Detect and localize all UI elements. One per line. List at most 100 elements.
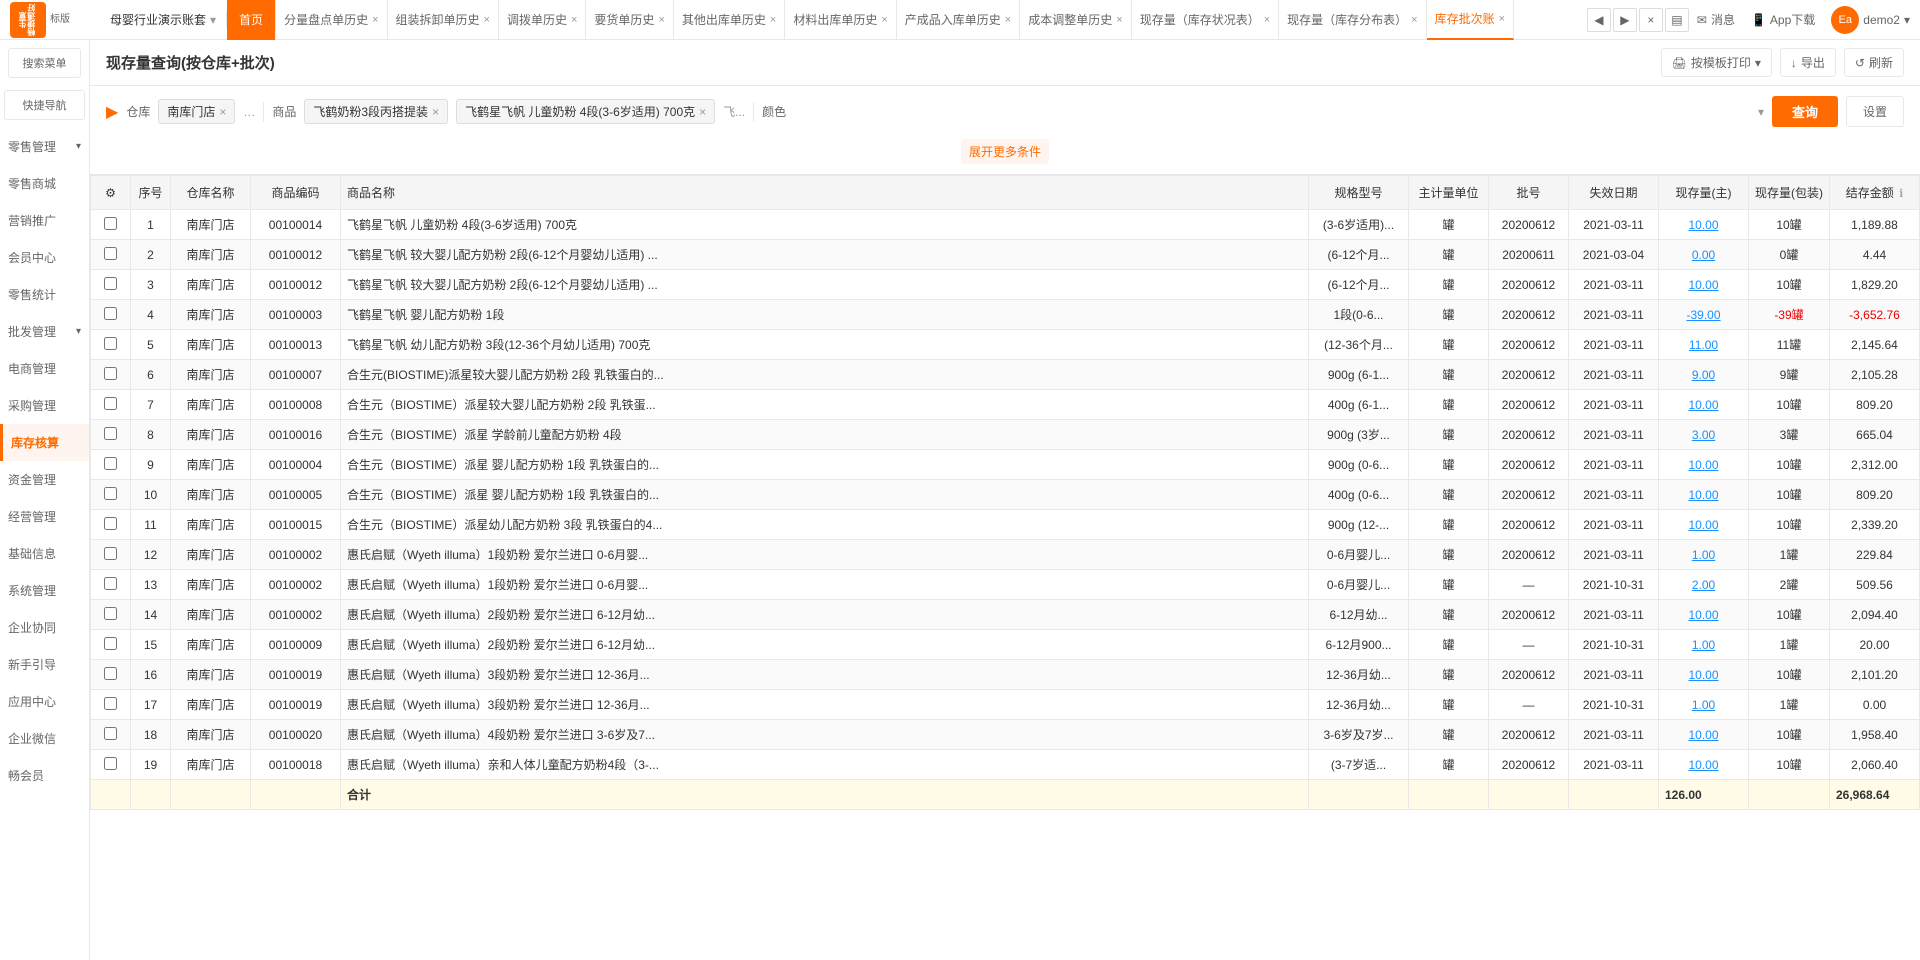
td-qty-main[interactable]: 10.00 — [1659, 600, 1749, 630]
td-qty-main[interactable]: 10.00 — [1659, 750, 1749, 780]
td-checkbox[interactable] — [91, 330, 131, 360]
expand-arrow-icon[interactable]: ▶ — [106, 102, 118, 122]
sidebar-item-member2[interactable]: 畅会员 — [0, 757, 89, 794]
close-icon[interactable]: × — [1499, 13, 1505, 25]
product-more[interactable]: 飞... — [723, 103, 745, 120]
print-btn[interactable]: 🖨 按模板打印 ▾ — [1661, 48, 1772, 77]
td-qty-main[interactable]: 1.00 — [1659, 540, 1749, 570]
sidebar-item-member[interactable]: 会员中心 — [0, 239, 89, 276]
sidebar-item-ecommerce[interactable]: 电商管理 — [0, 350, 89, 387]
sidebar-item-guide[interactable]: 新手引导 — [0, 646, 89, 683]
td-qty-main[interactable]: 1.00 — [1659, 630, 1749, 660]
row-checkbox[interactable] — [104, 637, 117, 650]
row-checkbox[interactable] — [104, 577, 117, 590]
row-checkbox[interactable] — [104, 337, 117, 350]
color-dropdown-icon[interactable]: ▾ — [1758, 105, 1764, 119]
td-checkbox[interactable] — [91, 660, 131, 690]
tab-other-out-history[interactable]: 其他出库单历史 × — [674, 0, 785, 40]
td-checkbox[interactable] — [91, 390, 131, 420]
app-download-btn[interactable]: 📱 App下载 — [1751, 11, 1815, 28]
sidebar-item-appcenter[interactable]: 应用中心 — [0, 683, 89, 720]
td-checkbox[interactable] — [91, 480, 131, 510]
close-icon[interactable]: × — [1264, 14, 1270, 26]
tab-query-history[interactable]: 调拨单历史 × — [499, 0, 586, 40]
sidebar-item-wholesale[interactable]: 批发管理▾ — [0, 313, 89, 350]
account-dropdown-icon[interactable]: ▾ — [210, 13, 216, 27]
row-checkbox[interactable] — [104, 247, 117, 260]
td-qty-main[interactable]: -39.00 — [1659, 300, 1749, 330]
row-checkbox[interactable] — [104, 487, 117, 500]
row-checkbox[interactable] — [104, 427, 117, 440]
expand-filter-btn[interactable]: 展开更多条件 — [961, 139, 1049, 164]
row-checkbox[interactable] — [104, 307, 117, 320]
td-qty-main[interactable]: 10.00 — [1659, 210, 1749, 240]
tab-home[interactable]: 首页 — [227, 0, 276, 40]
close-icon[interactable]: × — [658, 14, 664, 26]
account-name[interactable]: 母婴行业演示账套 — [110, 11, 206, 28]
td-checkbox[interactable] — [91, 720, 131, 750]
tab-disassemble-history[interactable]: 组装拆卸单历史 × — [388, 0, 499, 40]
tab-menu-btn[interactable]: ▤ — [1665, 8, 1689, 32]
td-checkbox[interactable] — [91, 300, 131, 330]
sidebar-item-retail-shop[interactable]: 零售商城 — [0, 165, 89, 202]
close-icon[interactable]: × — [1411, 14, 1417, 26]
td-qty-main[interactable]: 10.00 — [1659, 390, 1749, 420]
query-btn[interactable]: 查询 — [1772, 96, 1838, 127]
warehouse-tag-close-icon[interactable]: × — [219, 105, 226, 119]
close-icon[interactable]: × — [484, 14, 490, 26]
td-qty-main[interactable]: 10.00 — [1659, 480, 1749, 510]
sidebar-item-marketing[interactable]: 营销推广 — [0, 202, 89, 239]
td-checkbox[interactable] — [91, 540, 131, 570]
td-qty-main[interactable]: 11.00 — [1659, 330, 1749, 360]
sidebar-item-basic[interactable]: 基础信息 — [0, 535, 89, 572]
tab-stock-dist[interactable]: 现存量（库存分布表） × — [1279, 0, 1426, 40]
row-checkbox[interactable] — [104, 367, 117, 380]
tab-product-in-history[interactable]: 产成品入库单历史 × — [897, 0, 1020, 40]
sidebar-item-retail-stats[interactable]: 零售统计 — [0, 276, 89, 313]
warehouse-more[interactable]: … — [243, 105, 255, 119]
tab-close-btn[interactable]: × — [1639, 8, 1663, 32]
td-checkbox[interactable] — [91, 420, 131, 450]
row-checkbox[interactable] — [104, 517, 117, 530]
td-qty-main[interactable]: 10.00 — [1659, 270, 1749, 300]
td-checkbox[interactable] — [91, 450, 131, 480]
td-checkbox[interactable] — [91, 510, 131, 540]
sidebar-item-purchase[interactable]: 采购管理 — [0, 387, 89, 424]
user-avatar[interactable]: Ea demo2 ▾ — [1831, 6, 1910, 34]
td-checkbox[interactable] — [91, 630, 131, 660]
td-qty-main[interactable]: 2.00 — [1659, 570, 1749, 600]
sidebar-item-corp[interactable]: 企业协同 — [0, 609, 89, 646]
tab-split-history[interactable]: 分量盘点单历史 × — [276, 0, 387, 40]
product-tag-1-close-icon[interactable]: × — [432, 105, 439, 119]
td-qty-main[interactable]: 3.00 — [1659, 420, 1749, 450]
warehouse-tag[interactable]: 南库门店 × — [158, 99, 235, 124]
row-checkbox[interactable] — [104, 697, 117, 710]
td-checkbox[interactable] — [91, 210, 131, 240]
row-checkbox[interactable] — [104, 607, 117, 620]
td-checkbox[interactable] — [91, 360, 131, 390]
td-qty-main[interactable]: 9.00 — [1659, 360, 1749, 390]
tab-scroll-right-btn[interactable]: ▶ — [1613, 8, 1637, 32]
td-checkbox[interactable] — [91, 570, 131, 600]
row-checkbox[interactable] — [104, 667, 117, 680]
message-btn[interactable]: ✉ 消息 — [1697, 11, 1735, 28]
td-checkbox[interactable] — [91, 270, 131, 300]
close-icon[interactable]: × — [770, 14, 776, 26]
tab-batch-ledger[interactable]: 库存批次账 × — [1427, 0, 1514, 40]
sidebar-search-btn[interactable]: 搜索菜单 — [8, 48, 81, 78]
row-checkbox[interactable] — [104, 397, 117, 410]
row-checkbox[interactable] — [104, 727, 117, 740]
export-btn[interactable]: ↓ 导出 — [1780, 48, 1836, 77]
row-checkbox[interactable] — [104, 757, 117, 770]
sidebar-item-inventory[interactable]: 库存核算 — [0, 424, 89, 461]
td-qty-main[interactable]: 1.00 — [1659, 690, 1749, 720]
sidebar-item-corpwx[interactable]: 企业微信 — [0, 720, 89, 757]
close-icon[interactable]: × — [372, 14, 378, 26]
close-icon[interactable]: × — [881, 14, 887, 26]
product-tag-2[interactable]: 飞鹤星飞帆 儿童奶粉 4段(3-6岁适用) 700克 × — [456, 99, 715, 124]
row-checkbox[interactable] — [104, 547, 117, 560]
td-qty-main[interactable]: 10.00 — [1659, 450, 1749, 480]
th-settings[interactable]: ⚙ — [91, 176, 131, 210]
sidebar-item-finance[interactable]: 资金管理 — [0, 461, 89, 498]
close-icon[interactable]: × — [571, 14, 577, 26]
